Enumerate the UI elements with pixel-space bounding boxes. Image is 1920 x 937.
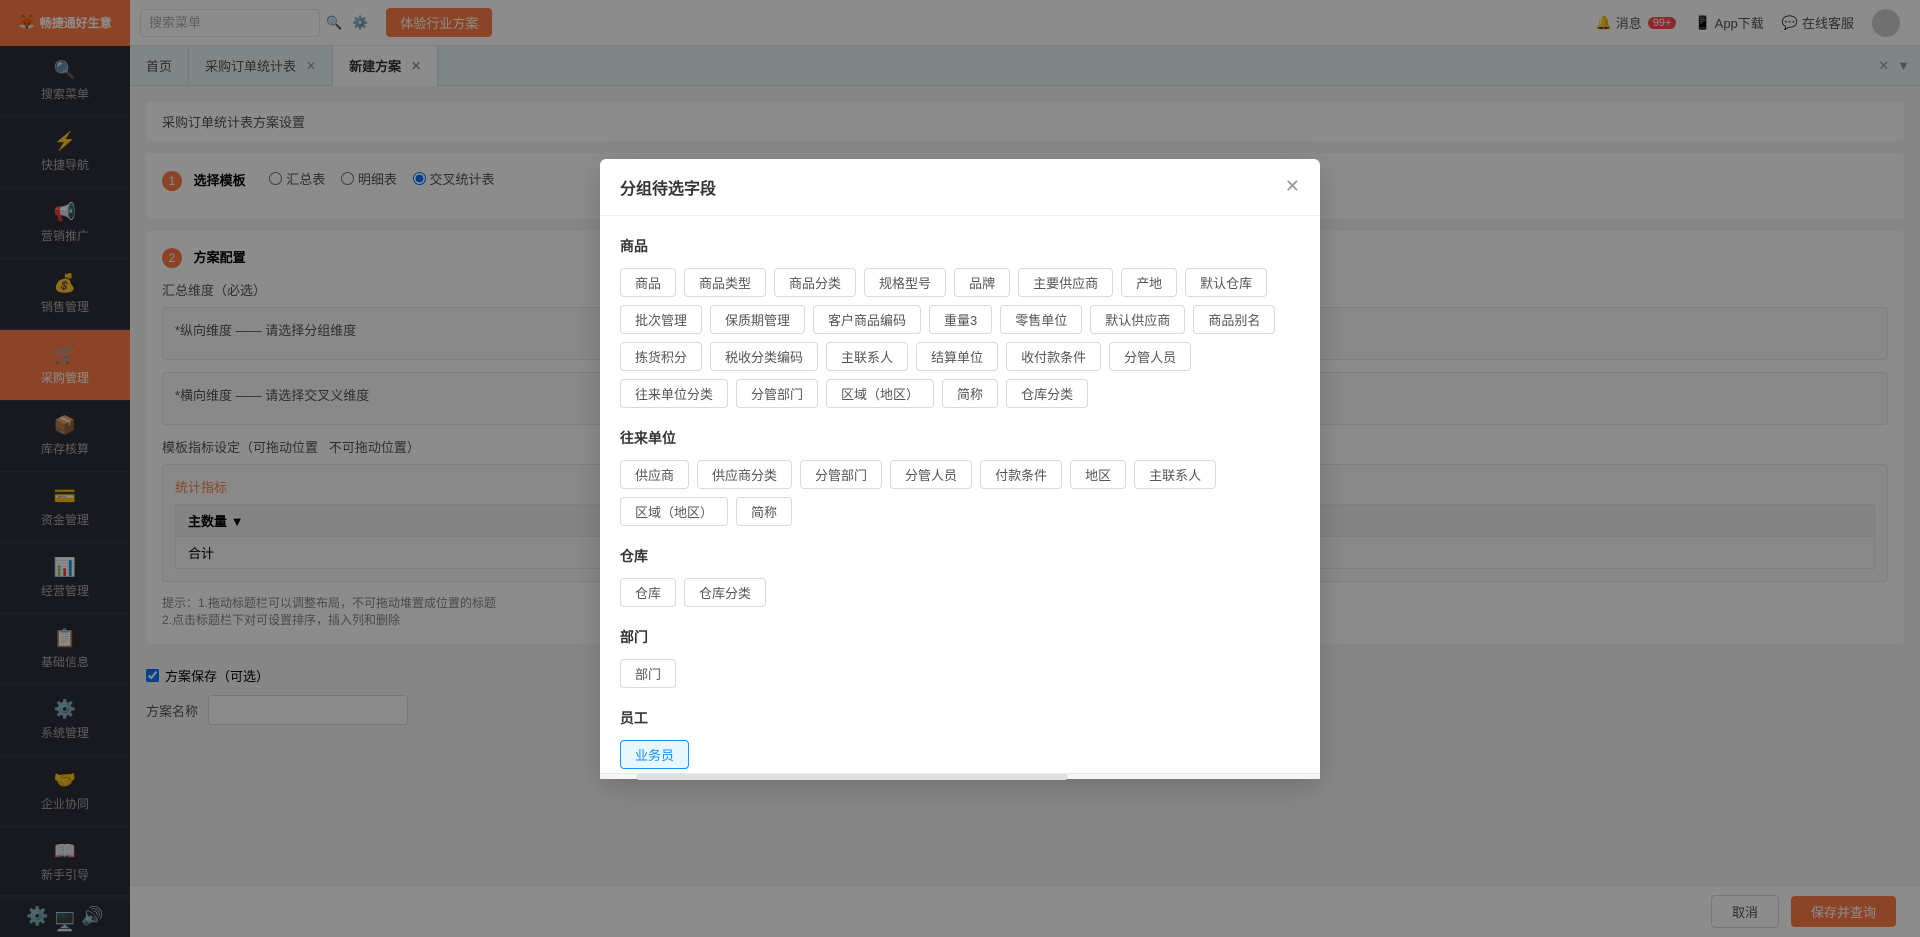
field-tag-wh-category[interactable]: 仓库分类 <box>684 578 766 607</box>
field-tag-payment-terms[interactable]: 收付款条件 <box>1006 342 1101 371</box>
field-tag-product-category[interactable]: 商品分类 <box>774 268 856 297</box>
field-tag-region[interactable]: 区域（地区） <box>826 379 934 408</box>
field-tag-warehouse-category[interactable]: 仓库分类 <box>1006 379 1088 408</box>
field-tag-tax-code[interactable]: 税收分类编码 <box>710 342 818 371</box>
field-tag-default-supplier[interactable]: 默认供应商 <box>1090 305 1185 334</box>
field-tag-origin[interactable]: 产地 <box>1121 268 1177 297</box>
section-title-partner: 往来单位 <box>620 428 1300 448</box>
field-tag-short-name[interactable]: 简称 <box>942 379 998 408</box>
field-tag-main-supplier[interactable]: 主要供应商 <box>1018 268 1113 297</box>
field-tag-alias[interactable]: 商品别名 <box>1193 305 1275 334</box>
field-tag-main-contact[interactable]: 主联系人 <box>826 342 908 371</box>
section-product: 商品商品商品类型商品分类规格型号品牌主要供应商产地默认仓库批次管理保质期管理客户… <box>620 236 1300 408</box>
field-tag-short-name2[interactable]: 简称 <box>736 497 792 526</box>
field-tags-dept-section: 部门 <box>620 659 1300 688</box>
section-title-staff: 员工 <box>620 708 1300 728</box>
field-tag-default-warehouse[interactable]: 默认仓库 <box>1185 268 1267 297</box>
field-tag-salesman[interactable]: 业务员 <box>620 740 689 769</box>
field-tag-dept-field[interactable]: 部门 <box>620 659 676 688</box>
modal-header: 分组待选字段 ✕ <box>600 159 1320 216</box>
field-tag-manage-dept[interactable]: 分管部门 <box>800 460 882 489</box>
field-tag-partner-contact[interactable]: 主联系人 <box>1134 460 1216 489</box>
section-dept-section: 部门部门 <box>620 627 1300 688</box>
field-tag-quality-period-mgmt[interactable]: 保质期管理 <box>710 305 805 334</box>
section-warehouse: 仓库仓库仓库分类 <box>620 546 1300 607</box>
field-tag-retail-unit[interactable]: 零售单位 <box>1000 305 1082 334</box>
modal-body: 商品商品商品类型商品分类规格型号品牌主要供应商产地默认仓库批次管理保质期管理客户… <box>600 216 1320 773</box>
modal-close-btn[interactable]: ✕ <box>1285 176 1300 197</box>
section-staff: 员工业务员 <box>620 708 1300 769</box>
field-tag-dept[interactable]: 分管部门 <box>736 379 818 408</box>
field-tag-product-type[interactable]: 商品类型 <box>684 268 766 297</box>
field-tag-settlement-unit[interactable]: 结算单位 <box>916 342 998 371</box>
field-tag-spec-type[interactable]: 规格型号 <box>864 268 946 297</box>
field-tag-product[interactable]: 商品 <box>620 268 676 297</box>
section-title-product: 商品 <box>620 236 1300 256</box>
field-tag-batch-mgmt[interactable]: 批次管理 <box>620 305 702 334</box>
modal-overlay: 分组待选字段 ✕ 商品商品商品类型商品分类规格型号品牌主要供应商产地默认仓库批次… <box>0 0 1920 937</box>
section-title-warehouse: 仓库 <box>620 546 1300 566</box>
field-tag-pick-score[interactable]: 拣货积分 <box>620 342 702 371</box>
field-tag-wh[interactable]: 仓库 <box>620 578 676 607</box>
section-title-dept-section: 部门 <box>620 627 1300 647</box>
field-tag-from-unit-category[interactable]: 往来单位分类 <box>620 379 728 408</box>
modal-scrollbar-area <box>600 773 1320 779</box>
field-tags-staff: 业务员 <box>620 740 1300 769</box>
field-tags-warehouse: 仓库仓库分类 <box>620 578 1300 607</box>
field-tag-manage-person[interactable]: 分管人员 <box>890 460 972 489</box>
modal-dialog: 分组待选字段 ✕ 商品商品商品类型商品分类规格型号品牌主要供应商产地默认仓库批次… <box>600 159 1320 779</box>
field-tag-supplier-category[interactable]: 供应商分类 <box>697 460 792 489</box>
modal-title: 分组待选字段 <box>620 175 716 199</box>
field-tag-customer-code[interactable]: 客户商品编码 <box>813 305 921 334</box>
field-tag-weight3[interactable]: 重量3 <box>929 305 992 334</box>
field-tag-payment-cond[interactable]: 付款条件 <box>980 460 1062 489</box>
field-tag-brand[interactable]: 品牌 <box>954 268 1010 297</box>
field-tags-product: 商品商品类型商品分类规格型号品牌主要供应商产地默认仓库批次管理保质期管理客户商品… <box>620 268 1300 408</box>
horizontal-scrollbar-thumb[interactable] <box>636 774 1068 780</box>
field-tag-region2[interactable]: 区域（地区） <box>620 497 728 526</box>
field-tag-manager[interactable]: 分管人员 <box>1109 342 1191 371</box>
section-partner: 往来单位供应商供应商分类分管部门分管人员付款条件地区主联系人区域（地区） 简称 <box>620 428 1300 526</box>
field-tag-supplier[interactable]: 供应商 <box>620 460 689 489</box>
field-tag-area[interactable]: 地区 <box>1070 460 1126 489</box>
field-tags-partner: 供应商供应商分类分管部门分管人员付款条件地区主联系人区域（地区） 简称 <box>620 460 1300 526</box>
